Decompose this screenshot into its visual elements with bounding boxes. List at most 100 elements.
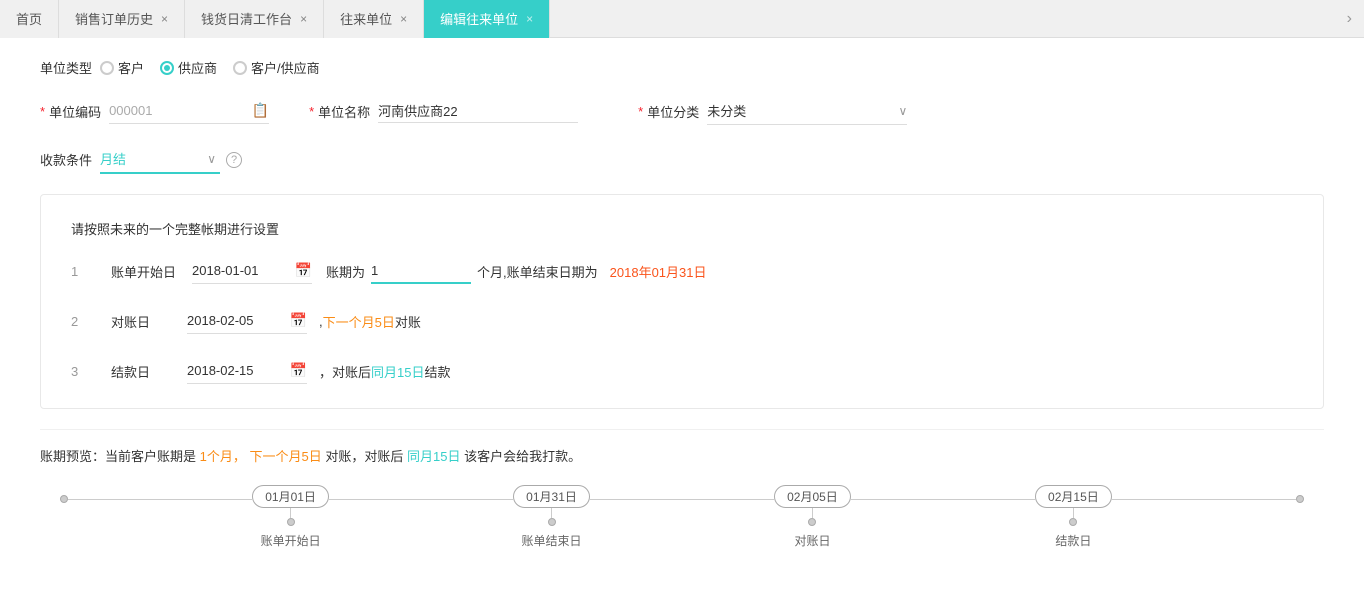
setting-row-1: 1 账单开始日 📅 账期为 个月,账单结束日期为 2018年01月31日: [71, 258, 1293, 284]
preview-text: 账期预览：当前客户账期是 1个月， 下一个月5日 对账，对账后 同月15日 该客…: [40, 446, 1324, 465]
start-date-input-wrapper: 📅: [192, 258, 312, 284]
timeline-node-1: 01月01日 账单开始日: [252, 485, 329, 549]
unit-type-row: 单位类型 客户 供应商 客户/供应商: [40, 58, 1324, 77]
unit-cat-label: 单位分类: [647, 102, 699, 121]
preview-section: 账期预览：当前客户账期是 1个月， 下一个月5日 对账，对账后 同月15日 该客…: [40, 429, 1324, 565]
tab-edit-close[interactable]: ×: [526, 12, 533, 26]
tab-sales-label: 销售订单历史: [75, 9, 153, 28]
node-1-badge: 01月01日: [252, 485, 329, 508]
period-label: 账期为: [326, 262, 365, 281]
step-3-label: 结款日: [111, 362, 171, 381]
radio-both-circle: [233, 61, 247, 75]
tab-edit-partner[interactable]: 编辑往来单位 ×: [424, 0, 550, 38]
timeline-left-dot: [60, 495, 68, 503]
timeline-node-4: 02月15日 结款日: [1035, 485, 1112, 549]
tl-dot-end: [1296, 495, 1304, 503]
node-3-dot: [808, 518, 816, 526]
unit-code-input[interactable]: [109, 103, 252, 118]
unit-info-row: * 单位编码 📋 * 单位名称 * 单位分类 未分类 ∨: [40, 97, 1324, 125]
tabs-bar: 首页 销售订单历史 × 钱货日清工作台 × 往来单位 × 编辑往来单位 × ›: [0, 0, 1364, 38]
tl-line-2: [590, 499, 774, 500]
recon-orange-text: 下一个月5日: [323, 312, 395, 331]
node-2-stem: [551, 508, 552, 518]
radio-supplier[interactable]: 供应商: [160, 58, 217, 77]
setting-row-2: 2 对账日 📅 , 下一个月5日 对账: [71, 308, 1293, 334]
tab-partner-close[interactable]: ×: [400, 12, 407, 26]
unit-code-icon[interactable]: 📋: [252, 102, 269, 119]
timeline-right-dot: [1296, 495, 1304, 503]
unit-name-field: * 单位名称: [309, 99, 578, 123]
tab-home[interactable]: 首页: [0, 0, 59, 38]
node-4-date: 02月15日: [1048, 490, 1099, 504]
step-3-number: 3: [71, 364, 91, 379]
unit-cat-select[interactable]: 未分类 ∨: [707, 97, 907, 125]
tab-partner[interactable]: 往来单位 ×: [324, 0, 424, 38]
tab-home-label: 首页: [16, 9, 42, 28]
unit-name-input[interactable]: [378, 99, 578, 123]
tl-line-4: [1112, 499, 1296, 500]
unit-code-star: *: [40, 104, 45, 119]
radio-customer[interactable]: 客户: [100, 58, 144, 77]
node-3-stem: [812, 508, 813, 518]
payment-value: 月结: [100, 149, 207, 168]
preview-part2: 下一个月5日: [250, 449, 322, 464]
tab-edit-label: 编辑往来单位: [440, 9, 518, 28]
period-input[interactable]: [371, 259, 471, 284]
node-3-label: 对账日: [794, 532, 830, 549]
settings-title: 请按照未来的一个完整帐期进行设置: [71, 219, 1293, 238]
start-date-cal-icon[interactable]: 📅: [295, 262, 312, 279]
recon-suffix: 对账: [395, 312, 421, 331]
unit-code-input-wrapper: 📋: [109, 98, 269, 124]
pay-suffix: 结款: [424, 362, 450, 381]
unit-name-label: 单位名称: [318, 102, 370, 121]
payment-chevron: ∨: [207, 152, 216, 166]
payment-row: 收款条件 月结 ∨ ?: [40, 145, 1324, 174]
unit-code-field: * 单位编码 📋: [40, 98, 269, 124]
node-2-dot: [548, 518, 556, 526]
payment-select[interactable]: 月结 ∨: [100, 145, 220, 174]
tab-cash-close[interactable]: ×: [300, 12, 307, 26]
tab-sales-order[interactable]: 销售订单历史 ×: [59, 0, 185, 38]
period-unit-text: 个月,账单结束日期为: [477, 262, 598, 281]
step-1-label: 账单开始日: [111, 262, 176, 281]
node-3-date: 02月05日: [787, 490, 838, 504]
tab-cash-label: 钱货日清工作台: [201, 9, 292, 28]
end-date-text: 2018年01月31日: [610, 262, 707, 281]
pay-date-cal-icon[interactable]: 📅: [290, 362, 307, 379]
unit-cat-star: *: [638, 104, 643, 119]
settings-panel: 请按照未来的一个完整帐期进行设置 1 账单开始日 📅 账期为 个月,账单结束日期…: [40, 194, 1324, 409]
pay-date-input[interactable]: [187, 363, 290, 378]
node-1-dot: [287, 518, 295, 526]
preview-part1: 1个月，: [200, 449, 246, 464]
timeline: 01月01日 账单开始日 01月31日 账单结束日 02月05日: [40, 485, 1324, 549]
tab-expand-button[interactable]: ›: [1335, 10, 1364, 28]
preview-middle: 对账，对账后: [325, 449, 407, 464]
pay-prefix: ，对账后: [319, 362, 371, 381]
recon-date-cal-icon[interactable]: 📅: [290, 312, 307, 329]
unit-type-label: 单位类型: [40, 58, 92, 77]
tl-line-3: [851, 499, 1035, 500]
setting-row-3: 3 结款日 📅 ，对账后 同月15日 结款: [71, 358, 1293, 384]
tab-cash-work[interactable]: 钱货日清工作台 ×: [185, 0, 324, 38]
node-4-stem: [1073, 508, 1074, 518]
tl-line-1: [329, 499, 513, 500]
start-date-input[interactable]: [192, 263, 295, 278]
pay-teal-text: 同月15日: [371, 362, 424, 381]
preview-part3: 同月15日: [407, 449, 460, 464]
radio-both[interactable]: 客户/供应商: [233, 58, 320, 77]
timeline-node-3: 02月05日 对账日: [774, 485, 851, 549]
timeline-node-2: 01月31日 账单结束日: [513, 485, 590, 549]
tab-sales-close[interactable]: ×: [161, 12, 168, 26]
node-2-date: 01月31日: [526, 490, 577, 504]
pay-date-input-wrapper: 📅: [187, 358, 307, 384]
tab-partner-label: 往来单位: [340, 9, 392, 28]
step-1-number: 1: [71, 264, 91, 279]
main-content: 单位类型 客户 供应商 客户/供应商 * 单位编码: [0, 38, 1364, 608]
node-1-label: 账单开始日: [261, 532, 321, 549]
radio-customer-circle: [100, 61, 114, 75]
help-icon[interactable]: ?: [226, 152, 242, 168]
radio-both-label: 客户/供应商: [251, 58, 320, 77]
node-4-dot: [1069, 518, 1077, 526]
preview-suffix: 该客户会给我打款。: [464, 449, 581, 464]
recon-date-input[interactable]: [187, 313, 290, 328]
